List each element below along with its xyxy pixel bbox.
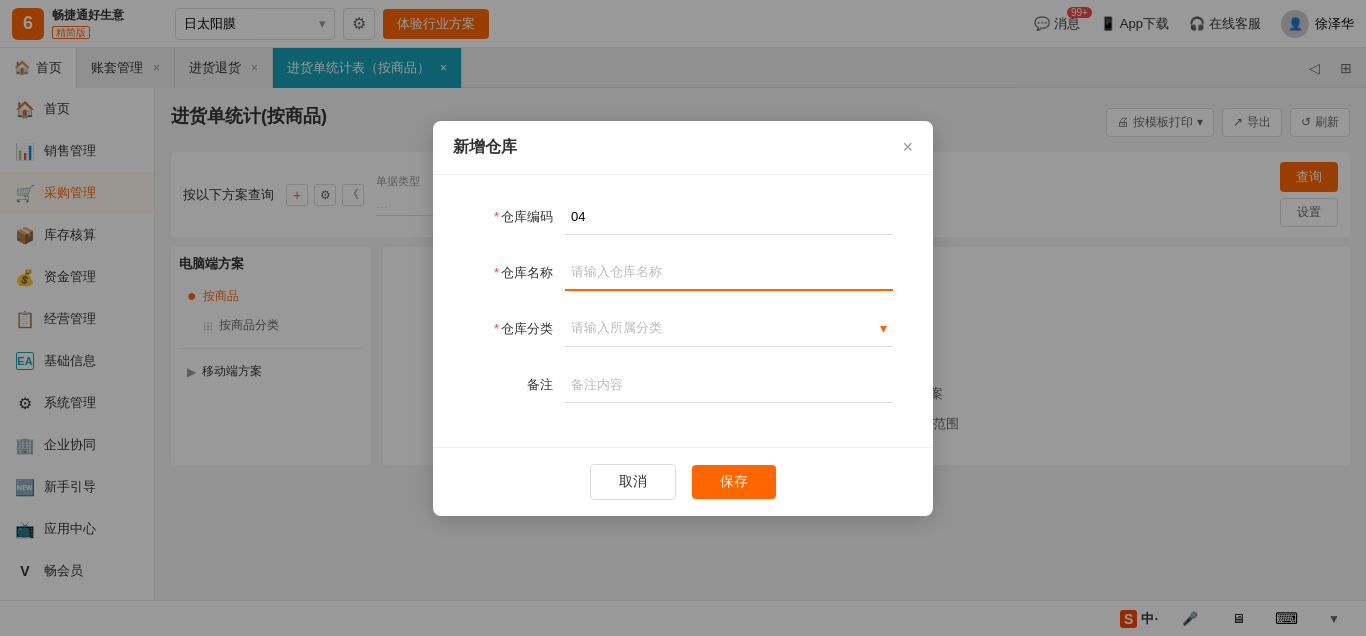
new-warehouse-modal: 新增仓库 × 仓库编码 仓库名称 仓库分类 请输入所属分类 ▾ (433, 121, 933, 516)
name-label: 仓库名称 (473, 264, 553, 282)
save-button[interactable]: 保存 (692, 465, 776, 499)
code-label: 仓库编码 (473, 208, 553, 226)
note-label: 备注 (473, 376, 553, 394)
form-row-code: 仓库编码 (473, 199, 893, 235)
modal-header: 新增仓库 × (433, 121, 933, 175)
form-row-note: 备注 (473, 367, 893, 403)
form-row-category: 仓库分类 请输入所属分类 ▾ (473, 311, 893, 347)
note-input[interactable] (565, 367, 893, 403)
chevron-down-icon: ▾ (880, 320, 887, 336)
category-label: 仓库分类 (473, 320, 553, 338)
form-row-name: 仓库名称 (473, 255, 893, 291)
category-placeholder: 请输入所属分类 (571, 319, 662, 337)
modal-title: 新增仓库 (453, 137, 517, 158)
cancel-button[interactable]: 取消 (590, 464, 676, 500)
modal-close-button[interactable]: × (902, 138, 913, 156)
modal-body: 仓库编码 仓库名称 仓库分类 请输入所属分类 ▾ 备注 (433, 175, 933, 447)
modal-footer: 取消 保存 (433, 447, 933, 516)
name-input[interactable] (565, 255, 893, 291)
code-input[interactable] (565, 199, 893, 235)
category-select[interactable]: 请输入所属分类 ▾ (565, 311, 893, 347)
modal-overlay: 新增仓库 × 仓库编码 仓库名称 仓库分类 请输入所属分类 ▾ (0, 0, 1366, 636)
